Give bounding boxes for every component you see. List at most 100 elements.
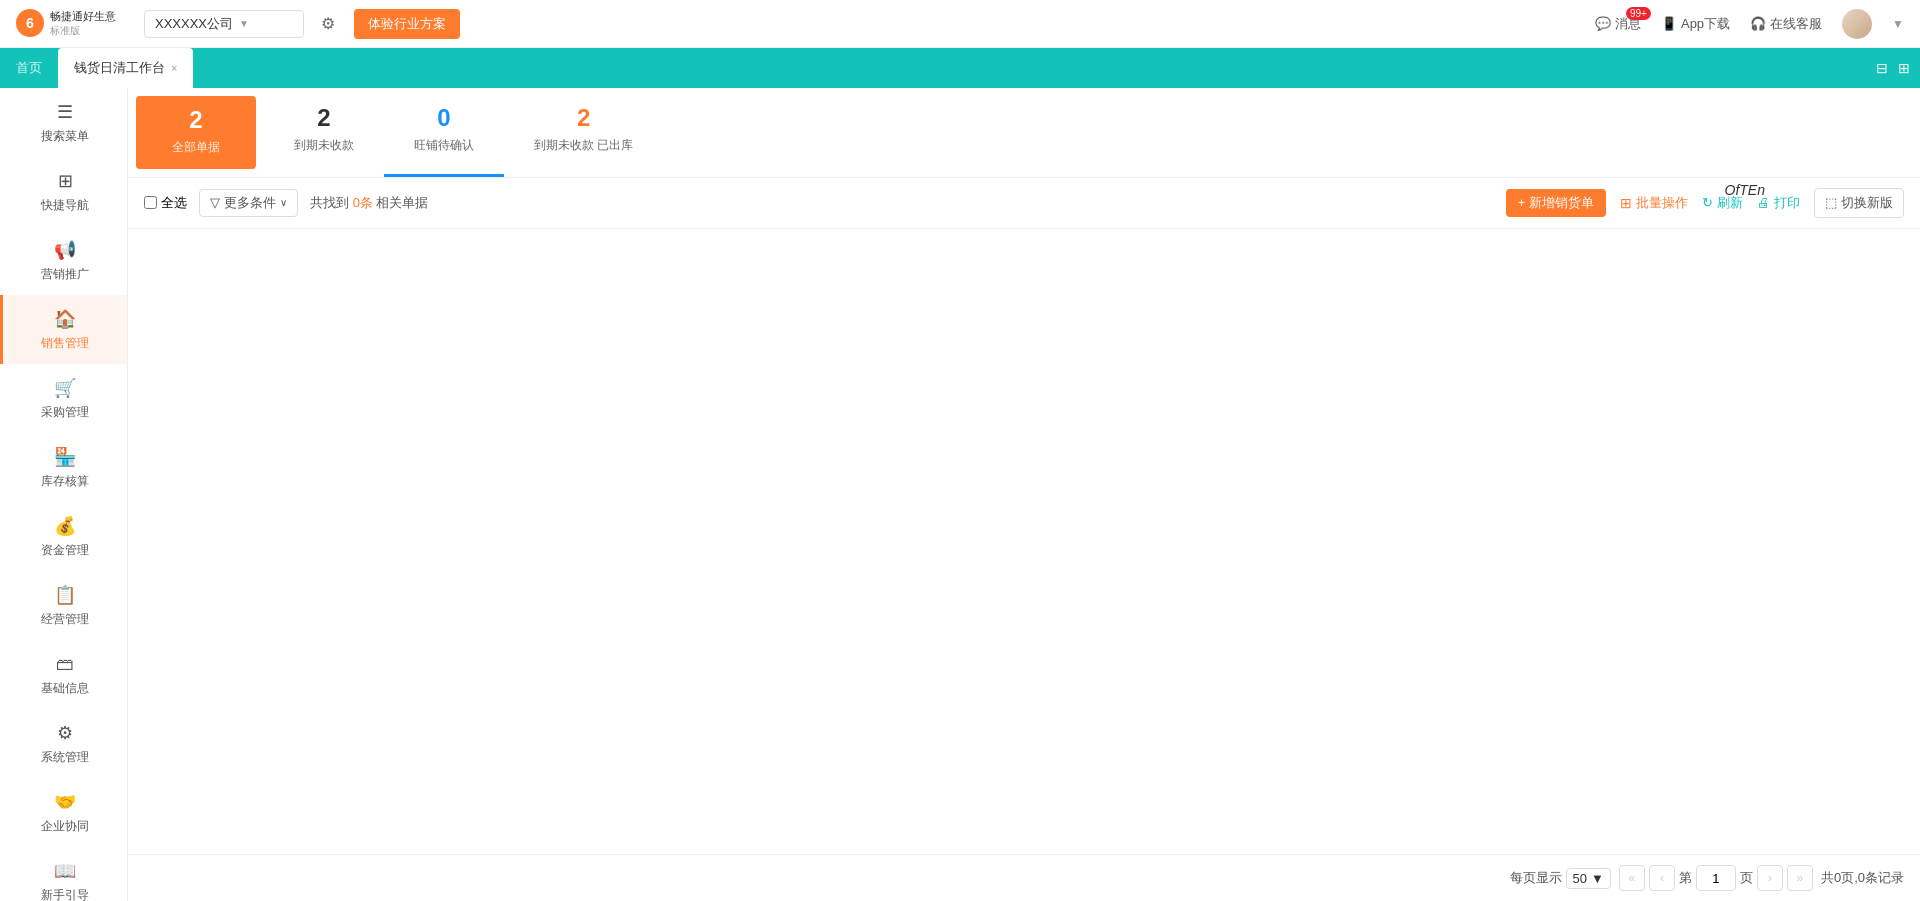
page-size-arrow: ▼ xyxy=(1591,871,1604,886)
tab-work-bench[interactable]: 钱货日清工作台 × xyxy=(58,48,193,88)
sales-label: 销售管理 xyxy=(41,335,89,352)
sidebar-item-system[interactable]: ⚙ 系统管理 xyxy=(0,709,127,778)
system-label: 系统管理 xyxy=(41,749,89,766)
sidebar-item-basic-info[interactable]: 🗃 基础信息 xyxy=(0,640,127,709)
marketing-icon: 📢 xyxy=(53,238,77,262)
header-right: 💬 消息 99+ 📱 App下载 🎧 在线客服 ▼ xyxy=(1595,9,1904,39)
summary-card-overdue[interactable]: 2 到期未收款 xyxy=(264,88,384,177)
message-icon: 💬 xyxy=(1595,16,1611,31)
message-btn[interactable]: 💬 消息 99+ xyxy=(1595,15,1641,33)
company-name: XXXXXX公司 xyxy=(155,15,233,33)
inventory-icon: 🏪 xyxy=(53,445,77,469)
page-input[interactable] xyxy=(1696,865,1736,891)
table-area xyxy=(128,229,1920,854)
search-menu-icon: ☰ xyxy=(53,100,77,124)
quick-nav-label: 快捷导航 xyxy=(41,197,89,214)
page-nav: « ‹ 第 页 › » xyxy=(1619,865,1813,891)
page-size-box[interactable]: 50 ▼ xyxy=(1566,868,1611,889)
batch-btn[interactable]: ⊞ 批量操作 xyxy=(1620,194,1688,212)
next-page-btn[interactable]: › xyxy=(1757,865,1783,891)
content-area: 2 全部单据 2 到期未收款 0 旺铺待确认 2 到期未收款 已出库 全选 xyxy=(128,88,1920,901)
pagination-bar: 每页显示 50 ▼ « ‹ 第 页 › » 共0页,0条记录 xyxy=(128,854,1920,901)
result-count: 0条 xyxy=(353,195,373,210)
system-icon: ⚙ xyxy=(53,721,77,745)
select-all-checkbox[interactable]: 全选 xyxy=(144,194,187,212)
total-info: 共0页,0条记录 xyxy=(1821,869,1904,887)
search-menu-label: 搜索菜单 xyxy=(41,128,89,145)
message-badge: 99+ xyxy=(1626,7,1651,20)
collab-icon: 🤝 xyxy=(53,790,77,814)
logo-area: 6 畅捷通好生意 标准版 xyxy=(16,9,144,37)
purchase-label: 采购管理 xyxy=(41,404,89,421)
basic-info-icon: 🗃 xyxy=(53,652,77,676)
add-sales-btn[interactable]: + 新增销货单 xyxy=(1506,189,1606,217)
filter-icon: ▽ xyxy=(210,195,220,210)
switch-label: 切换新版 xyxy=(1841,194,1893,212)
switch-icon: ⬚ xyxy=(1825,195,1837,210)
basic-info-label: 基础信息 xyxy=(41,680,89,697)
purchase-icon: 🛒 xyxy=(53,376,77,400)
card-num-wangpu: 0 xyxy=(414,104,474,133)
filter-arrow: ∨ xyxy=(280,197,287,208)
tab-home[interactable]: 首页 xyxy=(0,48,58,88)
sidebar-item-finance[interactable]: 💰 资金管理 xyxy=(0,502,127,571)
sidebar-item-sales[interactable]: 🏠 销售管理 xyxy=(0,295,127,364)
tab-work-bench-label: 钱货日清工作台 xyxy=(74,59,165,77)
tab-minimize-icon[interactable]: ⊟ xyxy=(1876,60,1888,76)
sidebar-item-inventory[interactable]: 🏪 库存核算 xyxy=(0,433,127,502)
summary-card-wangpu[interactable]: 0 旺铺待确认 xyxy=(384,88,504,177)
operations-icon: 📋 xyxy=(53,583,77,607)
often-badge: OfTEn xyxy=(1725,182,1765,198)
tab-close-icon[interactable]: × xyxy=(171,62,177,74)
avatar[interactable] xyxy=(1842,9,1872,39)
page-prefix: 第 xyxy=(1679,869,1692,887)
summary-card-all[interactable]: 2 全部单据 xyxy=(136,96,256,169)
prev-page-btn[interactable]: ‹ xyxy=(1649,865,1675,891)
experience-btn[interactable]: 体验行业方案 xyxy=(354,9,460,39)
last-page-btn[interactable]: » xyxy=(1787,865,1813,891)
card-num-overdue: 2 xyxy=(294,104,354,133)
sidebar-item-guide[interactable]: 📖 新手引导 xyxy=(0,847,127,901)
card-num-all: 2 xyxy=(156,106,236,135)
settings-icon-btn[interactable]: ⚙ xyxy=(312,8,344,40)
first-page-btn[interactable]: « xyxy=(1619,865,1645,891)
download-icon: 📱 xyxy=(1661,16,1677,31)
tab-expand-icon[interactable]: ⊞ xyxy=(1898,60,1910,76)
company-dropdown-arrow: ▼ xyxy=(239,18,249,29)
card-label-overdue-shipped: 到期未收款 已出库 xyxy=(534,137,633,154)
tab-home-label: 首页 xyxy=(16,59,42,77)
sidebar-item-marketing[interactable]: 📢 营销推广 xyxy=(0,226,127,295)
username: ▼ xyxy=(1892,17,1904,31)
inventory-label: 库存核算 xyxy=(41,473,89,490)
sidebar-item-quick-nav[interactable]: ⊞ 快捷导航 xyxy=(0,157,127,226)
service-icon: 🎧 xyxy=(1750,16,1766,31)
toolbar: 全选 ▽ 更多条件 ∨ 共找到 0条 相关单据 + 新增销货单 ⊞ 批量操作 ↻ xyxy=(128,178,1920,229)
online-service-btn[interactable]: 🎧 在线客服 xyxy=(1750,15,1822,33)
guide-icon: 📖 xyxy=(53,859,77,883)
online-service-label: 在线客服 xyxy=(1770,15,1822,33)
batch-icon: ⊞ xyxy=(1620,195,1632,211)
select-all-input[interactable] xyxy=(144,196,157,209)
toolbar-right: + 新增销货单 ⊞ 批量操作 ↻ 刷新 🖨 打印 ⬚ 切换新版 xyxy=(1506,188,1904,218)
card-label-all: 全部单据 xyxy=(156,139,236,156)
app-download-label: App下载 xyxy=(1681,15,1730,33)
switch-version-btn[interactable]: ⬚ 切换新版 xyxy=(1814,188,1904,218)
summary-cards: 2 全部单据 2 到期未收款 0 旺铺待确认 2 到期未收款 已出库 xyxy=(128,88,1920,178)
quick-nav-icon: ⊞ xyxy=(53,169,77,193)
summary-card-overdue-shipped[interactable]: 2 到期未收款 已出库 xyxy=(504,88,663,177)
tab-bar-actions: ⊟ ⊞ xyxy=(1876,60,1920,76)
sidebar-item-purchase[interactable]: 🛒 采购管理 xyxy=(0,364,127,433)
result-text: 共找到 0条 相关单据 xyxy=(310,194,428,212)
card-num-overdue-shipped: 2 xyxy=(534,104,633,133)
logo-name: 畅捷通好生意 xyxy=(50,9,116,23)
sidebar-item-operations[interactable]: 📋 经营管理 xyxy=(0,571,127,640)
filter-btn[interactable]: ▽ 更多条件 ∨ xyxy=(199,189,298,217)
top-header: 6 畅捷通好生意 标准版 XXXXXX公司 ▼ ⚙ 体验行业方案 💬 消息 99… xyxy=(0,0,1920,48)
batch-label: 批量操作 xyxy=(1636,194,1688,212)
company-selector[interactable]: XXXXXX公司 ▼ xyxy=(144,10,304,38)
sidebar-item-search-menu[interactable]: ☰ 搜索菜单 xyxy=(0,88,127,157)
app-download-btn[interactable]: 📱 App下载 xyxy=(1661,15,1730,33)
operations-label: 经营管理 xyxy=(41,611,89,628)
sidebar-item-collab[interactable]: 🤝 企业协同 xyxy=(0,778,127,847)
page-size-label: 每页显示 xyxy=(1510,869,1562,887)
